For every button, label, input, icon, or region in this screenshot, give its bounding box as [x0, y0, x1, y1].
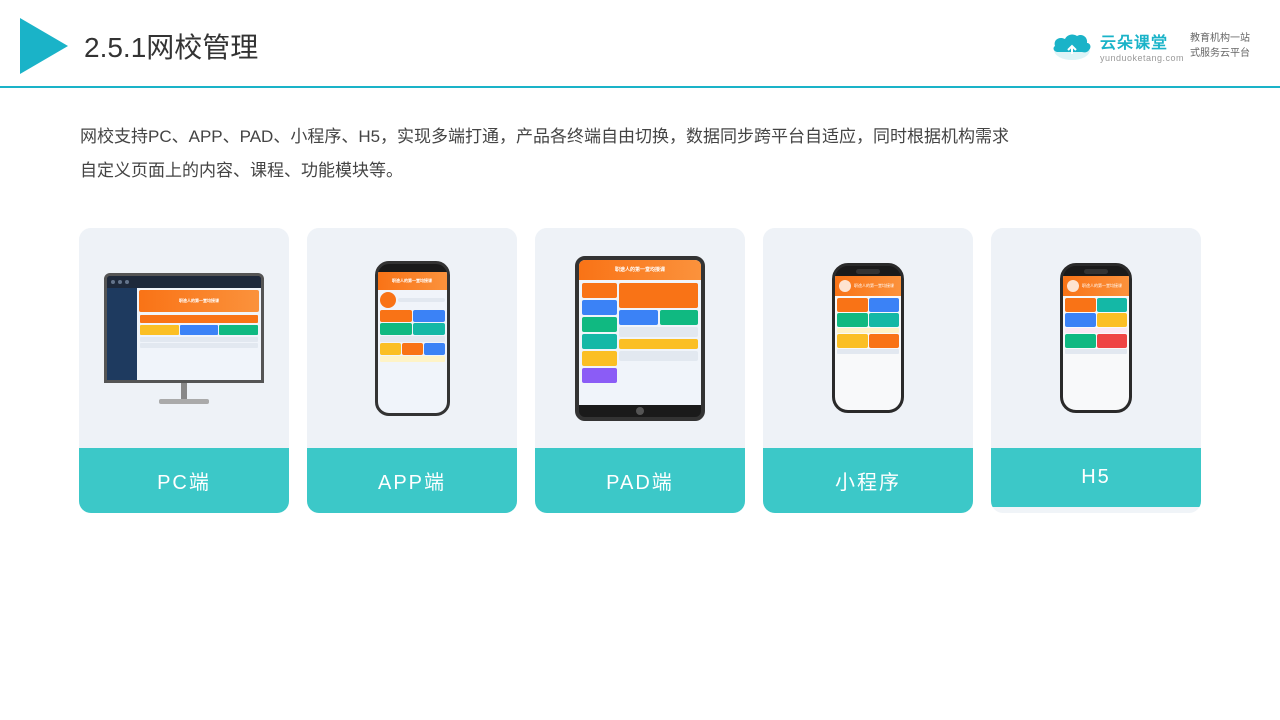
card-miniprogram: 职途人的第一堂均接课: [763, 228, 973, 513]
header: 2.5.1网校管理 云朵课堂 yunduoketang.com 教育机构一站 式…: [0, 0, 1280, 88]
card-pad-label: PAD端: [535, 448, 745, 513]
card-h5-label: H5: [991, 448, 1201, 507]
page-title: 2.5.1网校管理: [84, 26, 258, 66]
card-pc-label: PC端: [79, 448, 289, 513]
cloud-text: 云朵课堂 yunduoketang.com: [1100, 29, 1184, 63]
cloud-tagline: 教育机构一站 式服务云平台: [1190, 31, 1250, 61]
pad-device-mockup: 职途人的第一堂均接课: [575, 256, 705, 421]
brand-logo: 云朵课堂 yunduoketang.com 教育机构一站 式服务云平台: [1050, 29, 1250, 63]
app-device-mockup: 职途人的第一堂均接课: [375, 261, 450, 416]
card-h5: 职途人的第一堂均接课: [991, 228, 1201, 513]
card-app: 职途人的第一堂均接课: [307, 228, 517, 513]
pc-device-mockup: 职途人的第一堂均接课: [104, 273, 264, 404]
description-text: 网校支持PC、APP、PAD、小程序、H5，实现多端打通，产品各终端自由切换，数…: [0, 88, 1100, 208]
pc-screen: 职途人的第一堂均接课: [104, 273, 264, 383]
card-h5-image: 职途人的第一堂均接课: [991, 228, 1201, 448]
miniprogram-device-mockup: 职途人的第一堂均接课: [832, 263, 904, 413]
card-miniprogram-image: 职途人的第一堂均接课: [763, 228, 973, 448]
card-pad: 职途人的第一堂均接课: [535, 228, 745, 513]
header-left: 2.5.1网校管理: [20, 18, 258, 74]
card-miniprogram-label: 小程序: [763, 448, 973, 513]
device-cards: 职途人的第一堂均接课: [0, 208, 1280, 513]
card-app-image: 职途人的第一堂均接课: [307, 228, 517, 448]
card-pc: 职途人的第一堂均接课: [79, 228, 289, 513]
h5-device-mockup: 职途人的第一堂均接课: [1060, 263, 1132, 413]
card-app-label: APP端: [307, 448, 517, 513]
card-pc-image: 职途人的第一堂均接课: [79, 228, 289, 448]
cloud-svg-icon: [1050, 30, 1094, 62]
card-pad-image: 职途人的第一堂均接课: [535, 228, 745, 448]
cloud-logo: 云朵课堂 yunduoketang.com 教育机构一站 式服务云平台: [1050, 29, 1250, 63]
play-icon: [20, 18, 68, 74]
